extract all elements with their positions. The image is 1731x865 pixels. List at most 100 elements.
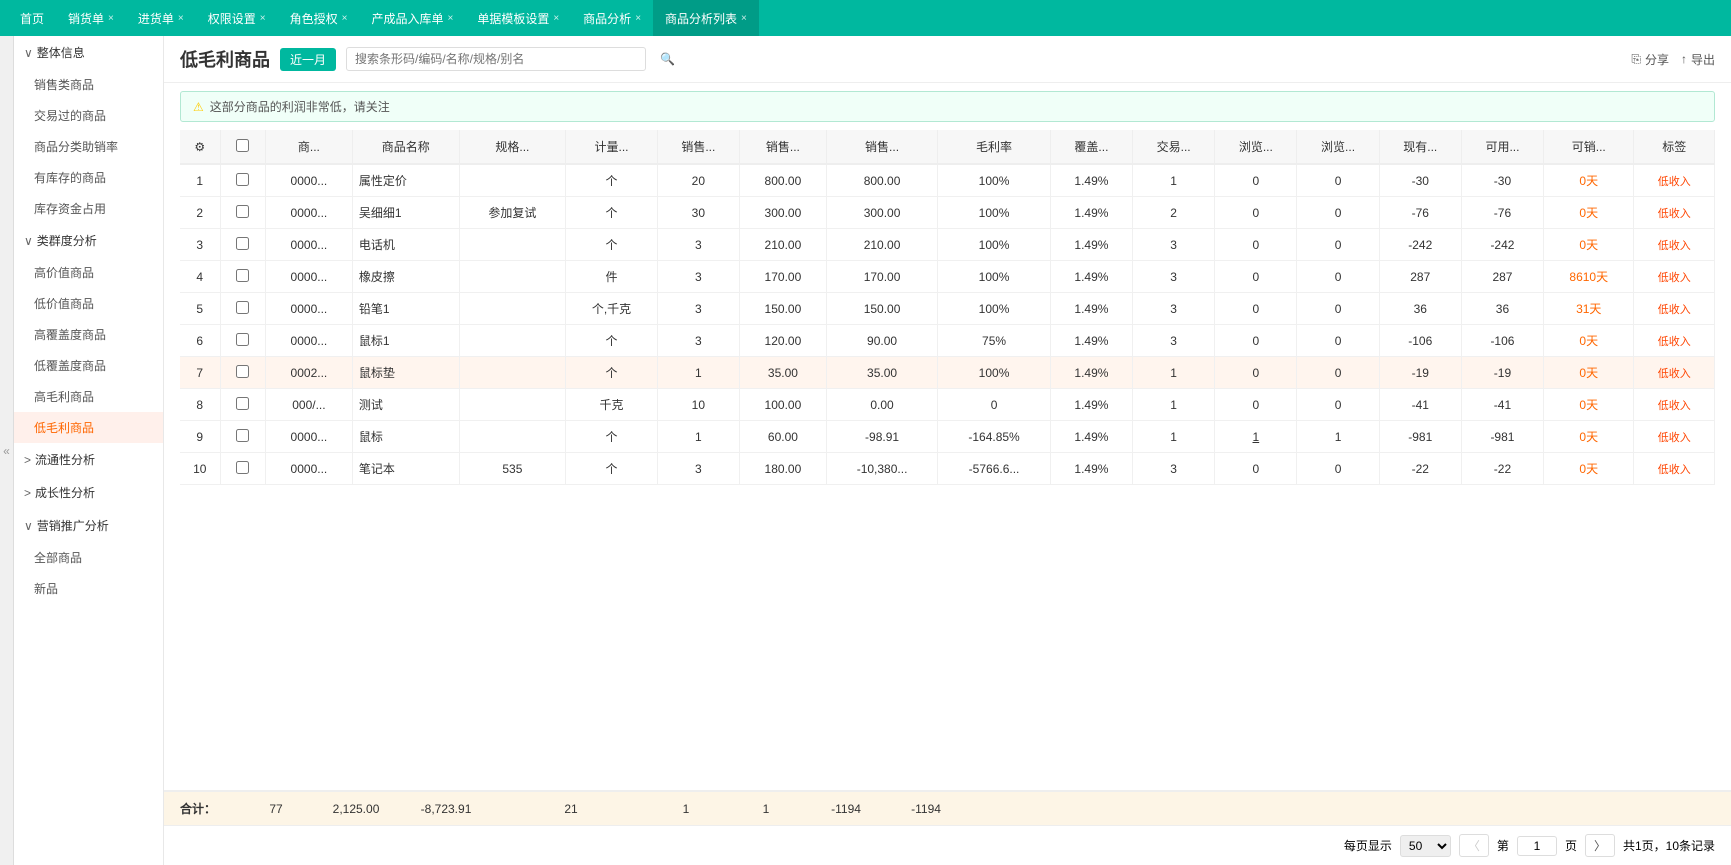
browse1-col-header[interactable]: 浏览... <box>1215 130 1297 164</box>
sidebar-item-新品[interactable]: 新品 <box>14 573 163 604</box>
sales-profit-col-header[interactable]: 销售... <box>826 130 937 164</box>
sidebar-group-类群度分析[interactable]: ∨类群度分析 <box>14 224 163 257</box>
sidebar-item-有库存的商品[interactable]: 有库存的商品 <box>14 162 163 193</box>
row-checkbox[interactable] <box>220 164 265 197</box>
sidebar-item-高覆盖度商品[interactable]: 高覆盖度商品 <box>14 319 163 350</box>
browse2-col-header[interactable]: 浏览... <box>1297 130 1379 164</box>
row-select-checkbox[interactable] <box>236 429 249 442</box>
nav-item-角色授权[interactable]: 角色授权× <box>278 0 360 36</box>
settings-col-header[interactable]: ⚙ <box>180 130 220 164</box>
sidebar-item-低毛利商品[interactable]: 低毛利商品 <box>14 412 163 443</box>
nav-close-icon[interactable]: × <box>741 13 747 24</box>
checkbox-col-header[interactable] <box>220 130 265 164</box>
current-stock-col-header[interactable]: 现有... <box>1379 130 1461 164</box>
row-select-checkbox[interactable] <box>236 397 249 410</box>
gross-margin-col-header[interactable]: 毛利率 <box>938 130 1051 164</box>
date-filter-button[interactable]: 近一月 <box>280 48 336 71</box>
row-select-checkbox[interactable] <box>236 237 249 250</box>
row-browse1[interactable]: 1 <box>1215 421 1297 453</box>
row-select-checkbox[interactable] <box>236 205 249 218</box>
sales-price-col-header[interactable]: 销售... <box>739 130 826 164</box>
nav-close-icon[interactable]: × <box>447 13 453 24</box>
row-checkbox[interactable] <box>220 389 265 421</box>
nav-item-销货单[interactable]: 销货单× <box>56 0 126 36</box>
sidebar-item-高价值商品[interactable]: 高价值商品 <box>14 257 163 288</box>
nav-item-单据模板设置[interactable]: 单据模板设置× <box>465 0 571 36</box>
next-page-button[interactable]: 〉 <box>1585 834 1615 857</box>
table-wrapper[interactable]: ⚙ 商... 商品名称 规格... 计量... 销售... 销售... 销售..… <box>164 130 1731 790</box>
search-icon[interactable]: 🔍 <box>660 52 675 66</box>
per-page-select[interactable]: 50 100 200 <box>1400 835 1451 857</box>
row-checkbox[interactable] <box>220 325 265 357</box>
sidebar-item-低价值商品[interactable]: 低价值商品 <box>14 288 163 319</box>
transaction-col-header[interactable]: 交易... <box>1133 130 1215 164</box>
row-current-stock: -41 <box>1379 389 1461 421</box>
row-spec <box>459 229 566 261</box>
sidebar-group-流通性分析[interactable]: >流通性分析 <box>14 443 163 476</box>
row-checkbox[interactable] <box>220 453 265 485</box>
tag-col-header[interactable]: 标签 <box>1634 130 1715 164</box>
nav-item-商品分析[interactable]: 商品分析× <box>571 0 653 36</box>
nav-item-产成品入库单[interactable]: 产成品入库单× <box>359 0 465 36</box>
row-checkbox[interactable] <box>220 197 265 229</box>
available-stock-col-header[interactable]: 可用... <box>1461 130 1543 164</box>
row-select-checkbox[interactable] <box>236 301 249 314</box>
sales-qty-col-header[interactable]: 销售... <box>657 130 739 164</box>
row-gross-margin: -164.85% <box>938 421 1051 453</box>
row-checkbox[interactable] <box>220 229 265 261</box>
row-unit: 个 <box>566 325 658 357</box>
row-no: 9 <box>180 421 220 453</box>
search-input[interactable] <box>346 47 646 71</box>
row-select-checkbox[interactable] <box>236 173 249 186</box>
row-select-checkbox[interactable] <box>236 333 249 346</box>
sidebar-group-成长性分析[interactable]: >成长性分析 <box>14 476 163 509</box>
nav-item-进货单[interactable]: 进货单× <box>126 0 196 36</box>
row-checkbox[interactable] <box>220 421 265 453</box>
sidebar-item-全部商品[interactable]: 全部商品 <box>14 542 163 573</box>
row-browse2: 0 <box>1297 357 1379 389</box>
row-checkbox[interactable] <box>220 261 265 293</box>
sidebar-group-营销推广分析[interactable]: ∨营销推广分析 <box>14 509 163 542</box>
unit-col-header[interactable]: 计量... <box>566 130 658 164</box>
share-button[interactable]: ⎘ 分享 <box>1631 51 1669 68</box>
name-col-header[interactable]: 商品名称 <box>352 130 459 164</box>
sidebar-item-商品分类助销率[interactable]: 商品分类助销率 <box>14 131 163 162</box>
nav-item-首页[interactable]: 首页 <box>8 0 56 36</box>
sidebar-group-整体信息[interactable]: ∨整体信息 <box>14 36 163 69</box>
sidebar-item-高毛利商品[interactable]: 高毛利商品 <box>14 381 163 412</box>
nav-item-权限设置[interactable]: 权限设置× <box>196 0 278 36</box>
row-transaction: 3 <box>1133 325 1215 357</box>
sidebar-item-交易过的商品[interactable]: 交易过的商品 <box>14 100 163 131</box>
saleable-days-col-header[interactable]: 可销... <box>1544 130 1634 164</box>
table-header: ⚙ 商... 商品名称 规格... 计量... 销售... 销售... 销售..… <box>180 130 1715 164</box>
spec-col-header[interactable]: 规格... <box>459 130 566 164</box>
row-transaction: 1 <box>1133 389 1215 421</box>
sidebar-item-销售类商品[interactable]: 销售类商品 <box>14 69 163 100</box>
sidebar-item-库存资金占用[interactable]: 库存资金占用 <box>14 193 163 224</box>
nav-close-icon[interactable]: × <box>178 13 184 24</box>
row-select-checkbox[interactable] <box>236 269 249 282</box>
nav-close-icon[interactable]: × <box>635 13 641 24</box>
sidebar-item-低覆盖度商品[interactable]: 低覆盖度商品 <box>14 350 163 381</box>
sidebar-toggle-button[interactable]: « <box>0 36 14 865</box>
row-checkbox[interactable] <box>220 293 265 325</box>
nav-close-icon[interactable]: × <box>260 13 266 24</box>
prev-page-button[interactable]: 〈 <box>1459 834 1489 857</box>
row-current-stock: -106 <box>1379 325 1461 357</box>
nav-close-icon[interactable]: × <box>553 13 559 24</box>
select-all-checkbox[interactable] <box>236 139 249 152</box>
row-select-checkbox[interactable] <box>236 461 249 474</box>
row-name: 笔记本 <box>352 453 459 485</box>
row-gross-margin: 100% <box>938 197 1051 229</box>
nav-close-icon[interactable]: × <box>342 13 348 24</box>
nav-item-商品分析列表[interactable]: 商品分析列表× <box>653 0 759 36</box>
code-col-header[interactable]: 商... <box>265 130 352 164</box>
row-current-stock: -22 <box>1379 453 1461 485</box>
row-checkbox[interactable] <box>220 357 265 389</box>
sidebar-group-label: 成长性分析 <box>35 484 95 501</box>
coverage-col-header[interactable]: 覆盖... <box>1050 130 1132 164</box>
page-number-input[interactable] <box>1517 836 1557 856</box>
row-select-checkbox[interactable] <box>236 365 249 378</box>
nav-close-icon[interactable]: × <box>108 13 114 24</box>
export-button[interactable]: ↑ 导出 <box>1681 51 1715 68</box>
